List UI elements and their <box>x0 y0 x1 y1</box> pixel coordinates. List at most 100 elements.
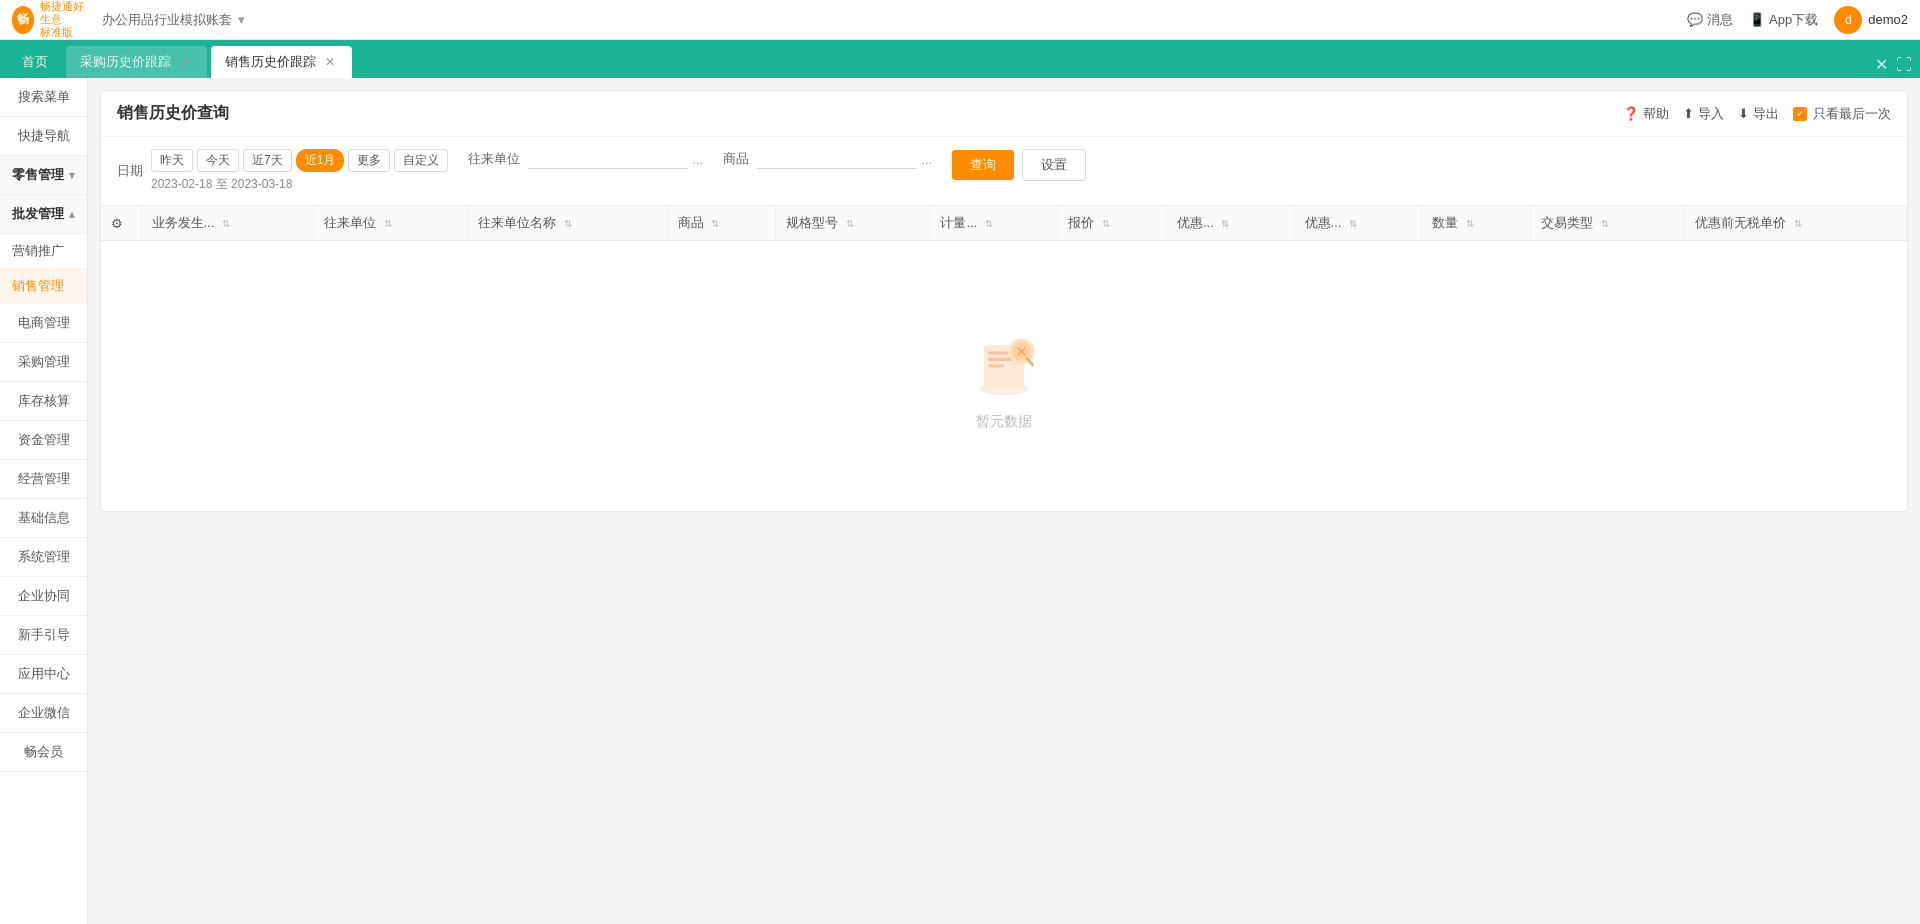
sidebar-item-sales-mgmt[interactable]: 销售管理 <box>0 269 87 304</box>
query-button[interactable]: 查询 <box>952 150 1014 180</box>
page-card: 销售历史价查询 ❓ 帮助 ⬆ 导入 ⬇ 导出 <box>100 90 1908 512</box>
help-icon: ❓ <box>1623 106 1639 121</box>
col-unit[interactable]: 计量... ⇅ <box>930 206 1058 241</box>
date-btn-custom[interactable]: 自定义 <box>394 149 448 172</box>
sidebar-item-ecommerce[interactable]: 电商管理 <box>0 304 87 343</box>
col-pre-discount-price[interactable]: 优惠前无税单价 ⇅ <box>1685 206 1907 241</box>
date-buttons: 昨天 今天 近7天 近1月 更多 自定义 <box>151 149 448 172</box>
tab-sales-close[interactable]: ✕ <box>322 54 338 70</box>
date-range: 2023-02-18 至 2023-03-18 <box>151 176 448 193</box>
logo-area: 畅 畅捷通好生意 标准版 <box>12 0 92 39</box>
product-input-area: ... <box>757 149 932 169</box>
col-spec[interactable]: 规格型号 ⇅ <box>776 206 930 241</box>
sidebar-item-membership[interactable]: 畅会员 <box>0 733 87 772</box>
from-unit-input-area: ... <box>528 149 703 169</box>
export-icon: ⬇ <box>1738 106 1749 121</box>
from-unit-input[interactable] <box>528 149 688 169</box>
page-header-actions: ❓ 帮助 ⬆ 导入 ⬇ 导出 ✓ 只看最后一次 <box>1623 105 1891 123</box>
tab-purchase-history[interactable]: 采购历史价跟踪 ✕ <box>66 46 207 78</box>
sidebar-item-purchase[interactable]: 采购管理 <box>0 343 87 382</box>
table-container: ⚙ 业务发生... ⇅ 往来单位 ⇅ <box>101 206 1907 241</box>
col-from-unit-name[interactable]: 往来单位名称 ⇅ <box>468 206 667 241</box>
chevron-down-icon: ▾ <box>69 169 75 182</box>
col-discount1[interactable]: 优惠... ⇅ <box>1166 206 1294 241</box>
col-from-unit[interactable]: 往来单位 ⇅ <box>314 206 468 241</box>
sort-icon: ⇅ <box>985 218 993 229</box>
sidebar-item-enterprise-wechat[interactable]: 企业微信 <box>0 694 87 733</box>
svg-rect-4 <box>988 364 1004 367</box>
sort-icon: ⇅ <box>564 218 572 229</box>
user-area[interactable]: d demo2 <box>1834 6 1908 34</box>
sidebar-item-operations[interactable]: 经营管理 <box>0 460 87 499</box>
sidebar-item-finance[interactable]: 资金管理 <box>0 421 87 460</box>
sidebar-item-app-center[interactable]: 应用中心 <box>0 655 87 694</box>
date-btn-1month[interactable]: 近1月 <box>296 149 345 172</box>
sidebar-item-enterprise-collab[interactable]: 企业协同 <box>0 577 87 616</box>
tab-bar-actions: ✕ ⛶ <box>1875 55 1912 78</box>
top-bar-right: 💬 消息 📱 App下载 d demo2 <box>1687 6 1908 34</box>
filter-row: 日期 昨天 今天 近7天 近1月 更多 自定义 202 <box>117 149 1086 193</box>
sidebar-item-marketing[interactable]: 营销推广 <box>0 234 87 269</box>
sort-icon: ⇅ <box>1601 218 1609 229</box>
col-settings[interactable]: ⚙ <box>101 206 141 241</box>
date-btn-yesterday[interactable]: 昨天 <box>151 149 193 172</box>
tab-sales-label: 销售历史价跟踪 <box>225 53 316 71</box>
product-ellipsis[interactable]: ... <box>921 152 932 167</box>
settings-icon[interactable]: ⚙ <box>111 216 123 231</box>
logo-text: 畅捷通好生意 标准版 <box>40 0 92 39</box>
import-icon: ⬆ <box>1683 106 1694 121</box>
sidebar-item-wholesale-mgmt[interactable]: 批发管理 ▴ <box>0 195 87 234</box>
close-tab-icon[interactable]: ✕ <box>1875 55 1888 74</box>
app-download-action[interactable]: 📱 App下载 <box>1749 11 1818 29</box>
col-quote[interactable]: 报价 ⇅ <box>1058 206 1167 241</box>
from-unit-ellipsis[interactable]: ... <box>692 152 703 167</box>
sort-icon: ⇅ <box>222 218 230 229</box>
col-discount2[interactable]: 优惠... ⇅ <box>1294 206 1422 241</box>
sidebar-item-retail-mgmt[interactable]: 零售管理 ▾ <box>0 156 87 195</box>
sort-icon: ⇅ <box>384 218 392 229</box>
top-bar-left: 畅 畅捷通好生意 标准版 办公用品行业模拟账套 ▾ <box>12 0 245 39</box>
date-btn-more[interactable]: 更多 <box>348 149 390 172</box>
tab-purchase-label: 采购历史价跟踪 <box>80 53 171 71</box>
date-options: 昨天 今天 近7天 近1月 更多 自定义 2023-02-18 至 2023-0… <box>151 149 448 193</box>
message-icon: 💬 <box>1687 12 1703 27</box>
sidebar-item-system[interactable]: 系统管理 <box>0 538 87 577</box>
col-product[interactable]: 商品 ⇅ <box>667 206 776 241</box>
message-action[interactable]: 💬 消息 <box>1687 11 1733 29</box>
date-filter-group: 日期 昨天 今天 近7天 近1月 更多 自定义 202 <box>117 149 448 193</box>
sidebar-item-inventory[interactable]: 库存核算 <box>0 382 87 421</box>
sidebar-item-quick-nav[interactable]: 快捷导航 <box>0 117 87 156</box>
maximize-icon[interactable]: ⛶ <box>1896 56 1912 74</box>
top-bar: 畅 畅捷通好生意 标准版 办公用品行业模拟账套 ▾ 💬 消息 📱 App下载 d… <box>0 0 1920 40</box>
col-business-date[interactable]: 业务发生... ⇅ <box>141 206 314 241</box>
chevron-down-icon[interactable]: ▾ <box>238 12 245 27</box>
date-btn-7days[interactable]: 近7天 <box>243 149 292 172</box>
tab-purchase-close[interactable]: ✕ <box>177 54 193 70</box>
from-unit-filter-group: 往来单位 ... <box>468 149 703 169</box>
sidebar-item-basic-info[interactable]: 基础信息 <box>0 499 87 538</box>
sidebar-item-search-menu[interactable]: 搜索菜单 <box>0 78 87 117</box>
product-input[interactable] <box>757 149 917 169</box>
content-area: 销售历史价查询 ❓ 帮助 ⬆ 导入 ⬇ 导出 <box>88 78 1920 924</box>
only-last-checkbox[interactable]: ✓ <box>1793 107 1807 121</box>
page-header: 销售历史价查询 ❓ 帮助 ⬆ 导入 ⬇ 导出 <box>101 91 1907 137</box>
tab-home[interactable]: 首页 <box>8 46 62 78</box>
svg-rect-2 <box>988 351 1008 354</box>
breadcrumb: 办公用品行业模拟账套 ▾ <box>102 11 245 29</box>
tab-bar: 首页 采购历史价跟踪 ✕ 销售历史价跟踪 ✕ ✕ ⛶ <box>0 40 1920 78</box>
table-header-row: ⚙ 业务发生... ⇅ 往来单位 ⇅ <box>101 206 1907 241</box>
only-last-action[interactable]: ✓ 只看最后一次 <box>1793 105 1891 123</box>
sidebar-item-beginner[interactable]: 新手引导 <box>0 616 87 655</box>
tab-sales-history[interactable]: 销售历史价跟踪 ✕ <box>211 46 352 78</box>
page-title: 销售历史价查询 <box>117 103 229 124</box>
sort-icon: ⇅ <box>711 218 719 229</box>
col-quantity[interactable]: 数量 ⇅ <box>1422 206 1531 241</box>
import-action[interactable]: ⬆ 导入 <box>1683 105 1724 123</box>
col-trade-type[interactable]: 交易类型 ⇅ <box>1531 206 1685 241</box>
sort-icon: ⇅ <box>1102 218 1110 229</box>
settings-button[interactable]: 设置 <box>1022 149 1086 181</box>
help-action[interactable]: ❓ 帮助 <box>1623 105 1669 123</box>
date-btn-today[interactable]: 今天 <box>197 149 239 172</box>
export-action[interactable]: ⬇ 导出 <box>1738 105 1779 123</box>
date-label: 日期 <box>117 162 143 180</box>
